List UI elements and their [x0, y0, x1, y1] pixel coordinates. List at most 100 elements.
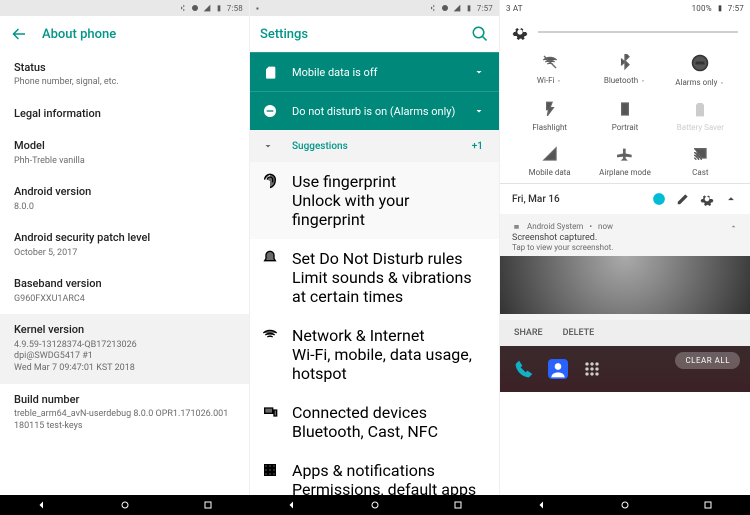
- dnd-icon: [191, 4, 199, 12]
- recent-nav-icon[interactable]: [452, 499, 464, 511]
- qs-tile-cast[interactable]: Cast: [663, 146, 738, 177]
- battery-icon: [215, 4, 223, 12]
- item-title: Status: [14, 61, 235, 75]
- battery-icon: [692, 101, 708, 117]
- item-subtitle: 8.0.0: [14, 202, 235, 214]
- tile-label: Mobile data: [529, 168, 571, 177]
- qs-tile-mobile-data[interactable]: Mobile data: [512, 146, 587, 177]
- search-icon[interactable]: [471, 25, 489, 43]
- contacts-app-icon[interactable]: [548, 359, 568, 379]
- clear-all-button[interactable]: CLEAR ALL: [675, 352, 740, 369]
- warning-mobile-data[interactable]: Mobile data is off: [250, 52, 499, 91]
- tile-label: Wi-Fi: [537, 76, 563, 85]
- phone-app-icon[interactable]: [514, 359, 534, 379]
- toolbar: Settings: [250, 16, 499, 52]
- notif-app-name: Android System: [527, 222, 583, 231]
- gear-icon[interactable]: [512, 24, 528, 40]
- gear-icon[interactable]: [700, 192, 714, 206]
- item-subtitle: Wi-Fi, mobile, data usage, hotspot: [292, 345, 483, 383]
- item-subtitle: October 5, 2017: [14, 248, 235, 260]
- back-nav-icon[interactable]: [536, 499, 548, 511]
- delete-button[interactable]: DELETE: [563, 328, 595, 338]
- wifi-off-icon: [542, 54, 558, 70]
- chevron-down-icon: [262, 140, 274, 152]
- chevron-up-icon[interactable]: [724, 192, 738, 206]
- qs-tile-wi-fi[interactable]: Wi-Fi: [512, 54, 587, 87]
- home-nav-icon[interactable]: [119, 499, 131, 511]
- chevron-down-icon: [473, 105, 485, 117]
- item-subtitle: Phone number, signal, etc.: [14, 77, 235, 89]
- battery-icon: [716, 4, 724, 12]
- chevron-down-icon: [719, 80, 725, 86]
- about-item[interactable]: Build numbertreble_arm64_avN-userdebug 8…: [0, 384, 249, 442]
- item-title: Android security patch level: [14, 231, 235, 245]
- back-nav-icon[interactable]: [286, 499, 298, 511]
- recent-nav-icon[interactable]: [202, 499, 214, 511]
- warning-dnd[interactable]: Do not disturb is on (Alarms only): [250, 91, 499, 130]
- share-button[interactable]: SHARE: [514, 328, 543, 338]
- brightness-track[interactable]: [538, 31, 738, 33]
- item-subtitle: Bluetooth, Cast, NFC: [292, 422, 483, 441]
- qs-tile-flashlight[interactable]: Flashlight: [512, 101, 587, 132]
- status-left: 3 AT: [506, 4, 523, 13]
- edit-icon[interactable]: [676, 192, 690, 206]
- home-nav-icon[interactable]: [369, 499, 381, 511]
- back-nav-icon[interactable]: [36, 499, 48, 511]
- brightness-slider[interactable]: [512, 24, 738, 40]
- tile-label: Bluetooth: [604, 76, 646, 85]
- android-icon: [512, 222, 521, 231]
- notif-time: now: [598, 222, 613, 231]
- notif-actions: SHARE DELETE: [500, 320, 750, 346]
- signal-icon: [453, 4, 461, 12]
- chevron-down-icon: [640, 78, 646, 84]
- tile-label: Airplane mode: [599, 168, 651, 177]
- notif-dot: ▪: [256, 4, 259, 13]
- recent-nav-icon[interactable]: [702, 499, 714, 511]
- back-icon[interactable]: [10, 25, 28, 43]
- settings-item[interactable]: Connected devicesBluetooth, Cast, NFC: [250, 393, 499, 451]
- qs-tile-battery-saver[interactable]: Battery Saver: [663, 101, 738, 132]
- qs-tile-airplane-mode[interactable]: Airplane mode: [587, 146, 662, 177]
- item-subtitle: Phh-Treble vanilla: [14, 156, 235, 168]
- settings-item[interactable]: Use fingerprintUnlock with your fingerpr…: [250, 162, 499, 239]
- about-item[interactable]: Android version8.0.0: [0, 176, 249, 222]
- about-item[interactable]: Legal information: [0, 98, 249, 130]
- warning-label: Mobile data is off: [292, 66, 459, 79]
- notification-card[interactable]: Android System • now Screenshot captured…: [500, 214, 750, 320]
- tile-label: Alarms only: [675, 78, 725, 87]
- user-icon[interactable]: [652, 192, 666, 206]
- screen-title: About phone: [42, 27, 239, 42]
- about-item[interactable]: Status Phone number, signal, etc.: [0, 52, 249, 98]
- bell-icon: [262, 250, 278, 266]
- item-title: Apps & notifications: [292, 461, 483, 480]
- item-title: Connected devices: [292, 403, 483, 422]
- about-item[interactable]: ModelPhh-Treble vanilla: [0, 130, 249, 176]
- about-item[interactable]: Android security patch level October 5, 2…: [0, 222, 249, 268]
- about-item[interactable]: Kernel version4.9.59-13128374-QB17213026…: [0, 314, 249, 383]
- status-bar: 3 AT 100% 7:57: [500, 0, 750, 16]
- chevron-up-icon[interactable]: [729, 222, 738, 231]
- qs-tile-alarms-only[interactable]: Alarms only: [663, 54, 738, 87]
- home-nav-icon[interactable]: [619, 499, 631, 511]
- dnd-icon: [262, 103, 278, 119]
- qs-tile-portrait[interactable]: Portrait: [587, 101, 662, 132]
- item-subtitle: 4.9.59-13128374-QB17213026 dpi@SWDG5417 …: [14, 340, 235, 375]
- app-drawer-icon[interactable]: [582, 359, 602, 379]
- settings-item[interactable]: Network & InternetWi-Fi, mobile, data us…: [250, 316, 499, 393]
- wifi-icon: [262, 327, 278, 343]
- item-subtitle: G960FXXU1ARC4: [14, 294, 235, 306]
- home-screen-strip: CLEAR ALL: [500, 346, 750, 392]
- suggestions-header[interactable]: Suggestions +1: [250, 130, 499, 162]
- settings-item[interactable]: Set Do Not Disturb rulesLimit sounds & v…: [250, 239, 499, 316]
- bluetooth-icon: [617, 54, 633, 70]
- status-bar: ▪ 7:57: [250, 0, 499, 16]
- qs-panel: Wi-Fi Bluetooth Alarms only Flashlight P…: [500, 16, 750, 183]
- item-subtitle: treble_arm64_avN-userdebug 8.0.0 OPR1.17…: [14, 409, 235, 432]
- tile-label: Portrait: [612, 123, 639, 132]
- notif-screenshot-preview[interactable]: [500, 256, 750, 314]
- settings-item[interactable]: Apps & notificationsPermissions, default…: [250, 451, 499, 495]
- about-item[interactable]: Baseband versionG960FXXU1ARC4: [0, 268, 249, 314]
- item-title: Network & Internet: [292, 326, 483, 345]
- qs-tile-bluetooth[interactable]: Bluetooth: [587, 54, 662, 87]
- screen-title: Settings: [260, 27, 457, 42]
